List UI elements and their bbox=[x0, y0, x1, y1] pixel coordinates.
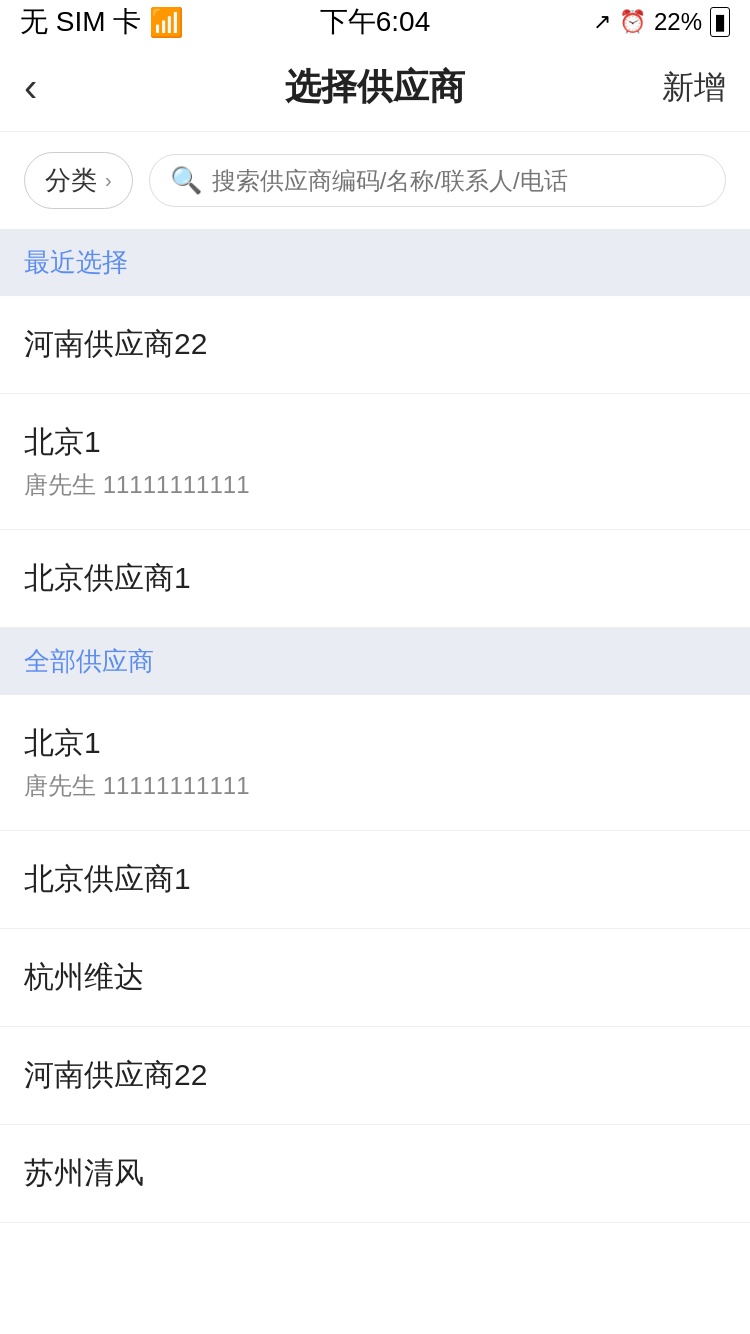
status-time: 下午6:04 bbox=[320, 3, 431, 41]
no-sim-label: 无 SIM 卡 bbox=[20, 3, 141, 41]
add-button[interactable]: 新增 bbox=[646, 66, 726, 110]
list-item[interactable]: 北京1 唐先生 11111111111 bbox=[0, 695, 750, 831]
battery-icon: ▮ bbox=[710, 7, 730, 37]
all-section-label: 全部供应商 bbox=[24, 646, 154, 676]
alarm-icon: ⏰ bbox=[619, 9, 646, 35]
item-name: 河南供应商22 bbox=[24, 1055, 726, 1096]
item-name: 杭州维达 bbox=[24, 957, 726, 998]
list-item[interactable]: 杭州维达 bbox=[0, 929, 750, 1027]
status-bar: 无 SIM 卡 📶 下午6:04 ↗ ⏰ 22% ▮ bbox=[0, 0, 750, 44]
item-name: 北京供应商1 bbox=[24, 859, 726, 900]
item-name: 苏州清风 bbox=[24, 1153, 726, 1194]
status-left: 无 SIM 卡 📶 bbox=[20, 3, 184, 41]
nav-bar: ‹ 选择供应商 新增 bbox=[0, 44, 750, 132]
battery-percent: 22% bbox=[654, 8, 702, 36]
recent-section-header: 最近选择 bbox=[0, 229, 750, 296]
item-sub: 唐先生 11111111111 bbox=[24, 469, 726, 501]
all-section-header: 全部供应商 bbox=[0, 628, 750, 695]
all-suppliers-list: 北京1 唐先生 11111111111 北京供应商1 杭州维达 河南供应商22 … bbox=[0, 695, 750, 1223]
list-item[interactable]: 北京1 唐先生 11111111111 bbox=[0, 394, 750, 530]
category-label: 分类 bbox=[45, 163, 97, 198]
item-sub: 唐先生 11111111111 bbox=[24, 770, 726, 802]
category-filter-button[interactable]: 分类 › bbox=[24, 152, 133, 209]
recent-list: 河南供应商22 北京1 唐先生 11111111111 北京供应商1 bbox=[0, 296, 750, 628]
item-name: 北京供应商1 bbox=[24, 558, 726, 599]
chevron-right-icon: › bbox=[105, 169, 112, 192]
item-name: 北京1 bbox=[24, 422, 726, 463]
wifi-icon: 📶 bbox=[149, 6, 184, 39]
search-input[interactable] bbox=[212, 167, 705, 195]
list-item[interactable]: 河南供应商22 bbox=[0, 1027, 750, 1125]
filter-bar: 分类 › 🔍 bbox=[0, 132, 750, 229]
list-item[interactable]: 苏州清风 bbox=[0, 1125, 750, 1223]
status-right: ↗ ⏰ 22% ▮ bbox=[593, 7, 730, 37]
page-title: 选择供应商 bbox=[285, 63, 465, 112]
list-item[interactable]: 北京供应商1 bbox=[0, 831, 750, 929]
item-name: 北京1 bbox=[24, 723, 726, 764]
location-icon: ↗ bbox=[593, 9, 611, 35]
search-icon: 🔍 bbox=[170, 165, 202, 196]
list-item[interactable]: 北京供应商1 bbox=[0, 530, 750, 628]
item-name: 河南供应商22 bbox=[24, 324, 726, 365]
back-button[interactable]: ‹ bbox=[24, 65, 104, 110]
search-box: 🔍 bbox=[149, 154, 726, 207]
recent-section-label: 最近选择 bbox=[24, 247, 128, 277]
list-item[interactable]: 河南供应商22 bbox=[0, 296, 750, 394]
